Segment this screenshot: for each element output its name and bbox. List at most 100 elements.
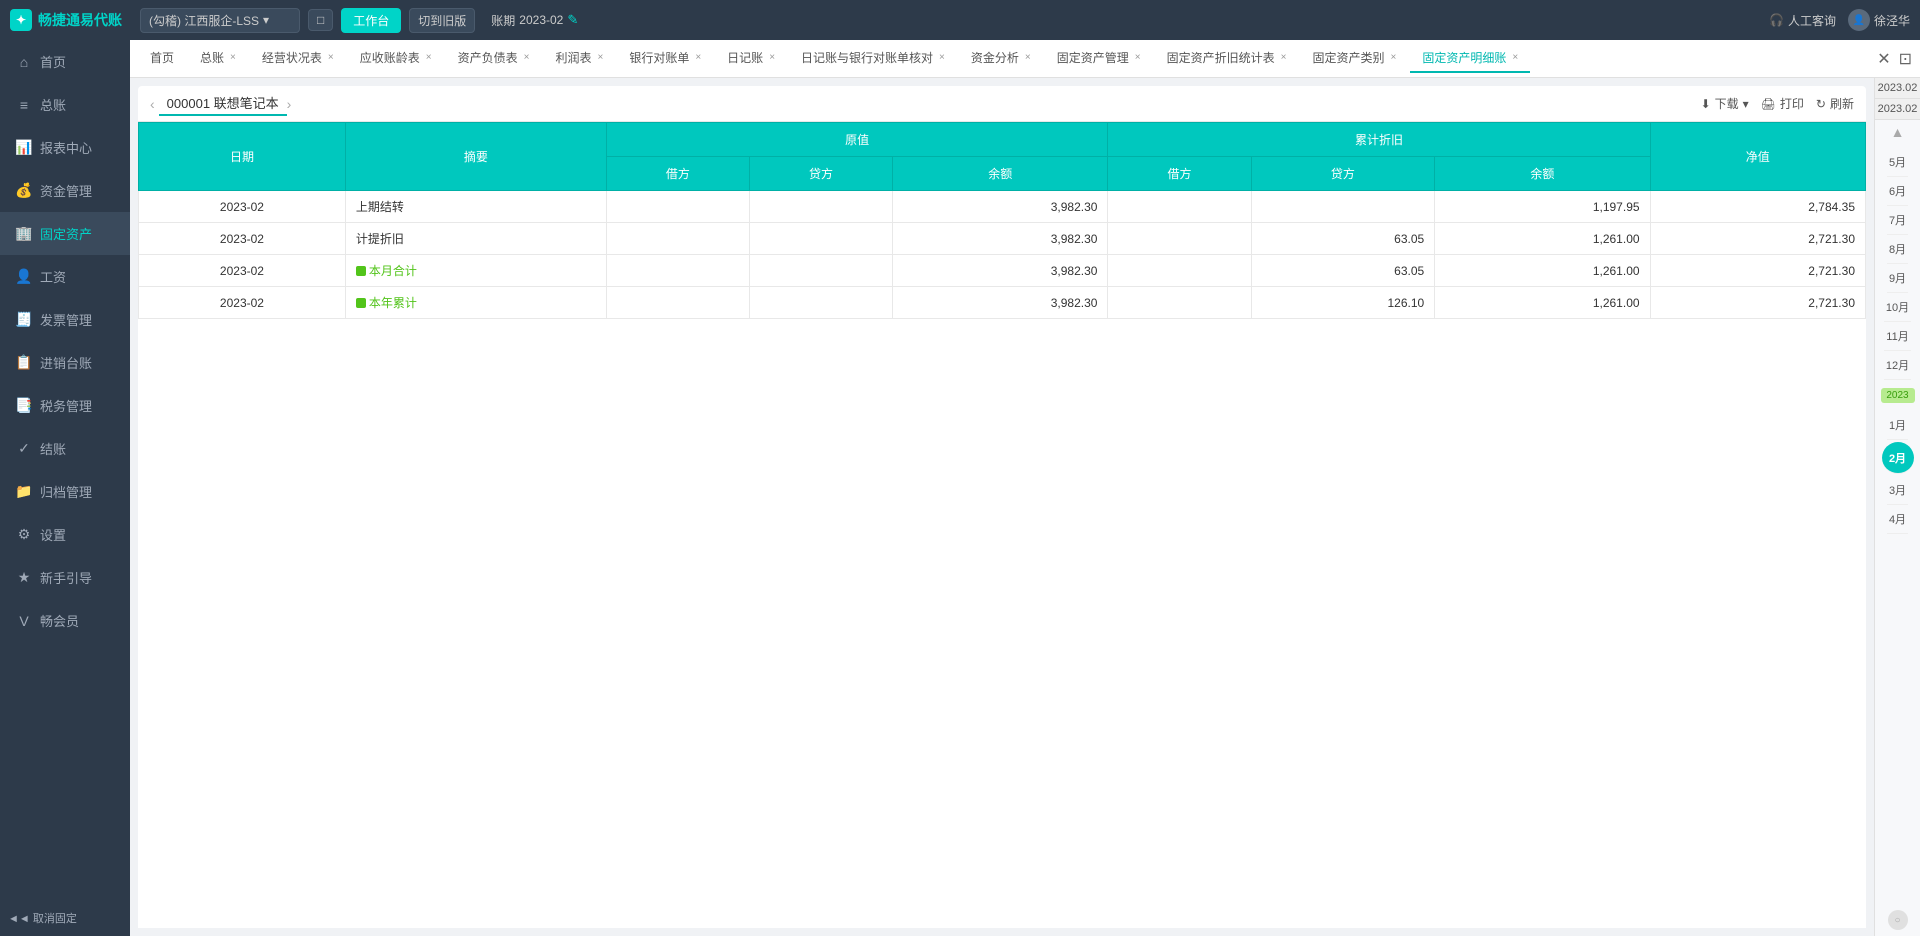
month-8[interactable]: 8月 xyxy=(1887,235,1908,264)
tab-close-receivable[interactable]: × xyxy=(426,52,432,63)
month-1[interactable]: 1月 xyxy=(1887,411,1908,440)
company-name: (勾稽) 江西服企-LSS xyxy=(149,12,259,29)
col-sub-original-debit: 借方 xyxy=(606,157,749,191)
switch-old-button[interactable]: 切到旧版 xyxy=(409,8,475,33)
tab-fund-analysis[interactable]: 资金分析 × xyxy=(959,44,1043,73)
cell-description: 计提折旧 xyxy=(345,223,606,255)
cell-original-credit xyxy=(749,223,892,255)
sidebar-item-settings[interactable]: ⚙ 设置 xyxy=(0,513,130,556)
download-button[interactable]: ⬇ 下载 ▾ xyxy=(1701,95,1749,112)
content-area: 首页 总账 × 经营状况表 × 应收账龄表 × 资产负债表 × 利润表 × xyxy=(130,40,1920,936)
col-header-accumulated-dep: 累计折旧 xyxy=(1108,123,1650,157)
table-row: 2023-02 本年累计 3,982.30 126.10 1,261.00 2,… xyxy=(139,287,1866,319)
sidebar-item-home[interactable]: ⌂ 首页 xyxy=(0,40,130,83)
sidebar-item-fund-management[interactable]: 💰 资金管理 xyxy=(0,169,130,212)
refresh-button[interactable]: ↻ 刷新 xyxy=(1816,95,1854,112)
sidebar-item-guide[interactable]: ★ 新手引导 xyxy=(0,556,130,599)
sidebar-label-invoice: 发票管理 xyxy=(40,310,92,329)
avatar: 👤 xyxy=(1848,9,1870,31)
print-button[interactable]: 🖨 打印 xyxy=(1761,95,1804,112)
forward-arrow[interactable]: › xyxy=(287,96,292,112)
sidebar-item-fixed-assets[interactable]: 🏢 固定资产 xyxy=(0,212,130,255)
sidebar-item-invoice[interactable]: 🧾 发票管理 xyxy=(0,298,130,341)
sidebar-item-archive[interactable]: 📁 归档管理 xyxy=(0,470,130,513)
guide-icon: ★ xyxy=(16,570,32,586)
sidebar-item-payroll[interactable]: 👤 工资 xyxy=(0,255,130,298)
year-header-top2: 2023.02 xyxy=(1875,99,1920,120)
download-label: 下载 xyxy=(1715,95,1739,112)
tab-close-bank-statement[interactable]: × xyxy=(695,52,701,63)
sidebar-label-report-center: 报表中心 xyxy=(40,138,92,157)
tab-label-home: 首页 xyxy=(150,49,174,66)
tab-close-asset-category[interactable]: × xyxy=(1390,52,1396,63)
cell-description: 本年累计 xyxy=(345,287,606,319)
member-icon: V xyxy=(16,613,32,629)
sidebar-item-tax[interactable]: 📑 税务管理 xyxy=(0,384,130,427)
tab-label-asset-detail: 固定资产明细账 xyxy=(1422,49,1506,66)
sidebar-item-member[interactable]: V 畅会员 xyxy=(0,599,130,642)
print-label: 打印 xyxy=(1780,95,1804,112)
tab-bank-statement[interactable]: 银行对账单 × xyxy=(617,44,713,73)
pin-toggle[interactable]: ◄◄ 取消固定 xyxy=(0,900,130,936)
tab-close-all-icon[interactable]: ✕ xyxy=(1877,49,1890,69)
tab-general-ledger[interactable]: 总账 × xyxy=(188,44,248,73)
tab-fixed-asset-mgmt[interactable]: 固定资产管理 × xyxy=(1045,44,1153,73)
tab-operation-status[interactable]: 经营状况表 × xyxy=(250,44,346,73)
user-avatar[interactable]: 👤 徐泾华 xyxy=(1848,9,1910,31)
tab-maximize-icon[interactable]: ⊡ xyxy=(1899,49,1912,69)
cell-original-balance: 3,982.30 xyxy=(893,287,1108,319)
tab-close-operation-status[interactable]: × xyxy=(328,52,334,63)
month-3[interactable]: 3月 xyxy=(1887,476,1908,505)
month-4[interactable]: 4月 xyxy=(1887,505,1908,534)
cell-original-debit xyxy=(606,287,749,319)
tab-home[interactable]: 首页 xyxy=(138,44,186,73)
tab-bank-reconcile[interactable]: 日记账与银行对账单核对 × xyxy=(789,44,957,73)
month-5[interactable]: 5月 xyxy=(1887,148,1908,177)
month-9[interactable]: 9月 xyxy=(1887,264,1908,293)
tab-asset-debt[interactable]: 资产负债表 × xyxy=(446,44,542,73)
scroll-up-button[interactable]: ▲ xyxy=(1875,120,1920,144)
home-icon: ⌂ xyxy=(16,54,32,70)
month-6[interactable]: 6月 xyxy=(1887,177,1908,206)
cell-dep-balance: 1,197.95 xyxy=(1435,191,1650,223)
user-service[interactable]: 🎧 人工客询 xyxy=(1769,12,1836,29)
tab-close-asset-detail[interactable]: × xyxy=(1512,52,1518,63)
tab-asset-detail[interactable]: 固定资产明细账 × xyxy=(1410,44,1530,73)
tab-depreciation-stats[interactable]: 固定资产折旧统计表 × xyxy=(1155,44,1299,73)
tab-close-asset-debt[interactable]: × xyxy=(524,52,530,63)
company-selector[interactable]: (勾稽) 江西服企-LSS ▾ xyxy=(140,8,300,33)
tab-receivable[interactable]: 应收账龄表 × xyxy=(348,44,444,73)
tab-close-profit[interactable]: × xyxy=(597,52,603,63)
tab-close-bank-reconcile[interactable]: × xyxy=(939,52,945,63)
month-12[interactable]: 12月 xyxy=(1884,351,1911,380)
breadcrumb-item[interactable]: 000001 联想笔记本 xyxy=(159,91,287,116)
col-sub-original-balance: 余额 xyxy=(893,157,1108,191)
tab-profit[interactable]: 利润表 × xyxy=(543,44,615,73)
sidebar-item-general-ledger[interactable]: ≡ 总账 xyxy=(0,83,130,126)
tab-asset-category[interactable]: 固定资产类别 × xyxy=(1300,44,1408,73)
sidebar-item-settlement[interactable]: ✓ 结账 xyxy=(0,427,130,470)
sidebar-item-sales-ledger[interactable]: 📋 进销台账 xyxy=(0,341,130,384)
tab-close-general-ledger[interactable]: × xyxy=(230,52,236,63)
copy-button[interactable]: □ xyxy=(308,9,333,31)
month-2-active[interactable]: 2月 xyxy=(1882,442,1914,474)
tab-journal[interactable]: 日记账 × xyxy=(715,44,787,73)
tab-close-journal[interactable]: × xyxy=(769,52,775,63)
month-11[interactable]: 11月 xyxy=(1884,322,1910,351)
month-10[interactable]: 10月 xyxy=(1884,293,1911,322)
download-icon: ⬇ xyxy=(1701,97,1711,111)
col-header-original-value: 原值 xyxy=(606,123,1108,157)
sidebar-item-report-center[interactable]: 📊 报表中心 xyxy=(0,126,130,169)
table-container: 日期 摘要 原值 累计折旧 净值 借方 贷方 余额 借方 xyxy=(138,122,1866,928)
tab-close-fixed-asset-mgmt[interactable]: × xyxy=(1135,52,1141,63)
tab-close-fund-analysis[interactable]: × xyxy=(1025,52,1031,63)
dot-button[interactable]: ○ xyxy=(1888,910,1908,930)
workbench-button[interactable]: 工作台 xyxy=(341,8,401,33)
col-header-date: 日期 xyxy=(139,123,346,191)
back-arrow[interactable]: ‹ xyxy=(150,96,155,112)
col-sub-original-credit: 贷方 xyxy=(749,157,892,191)
cell-original-credit xyxy=(749,191,892,223)
month-7[interactable]: 7月 xyxy=(1887,206,1908,235)
tab-close-depreciation-stats[interactable]: × xyxy=(1281,52,1287,63)
edit-icon[interactable]: ✎ xyxy=(567,12,578,28)
